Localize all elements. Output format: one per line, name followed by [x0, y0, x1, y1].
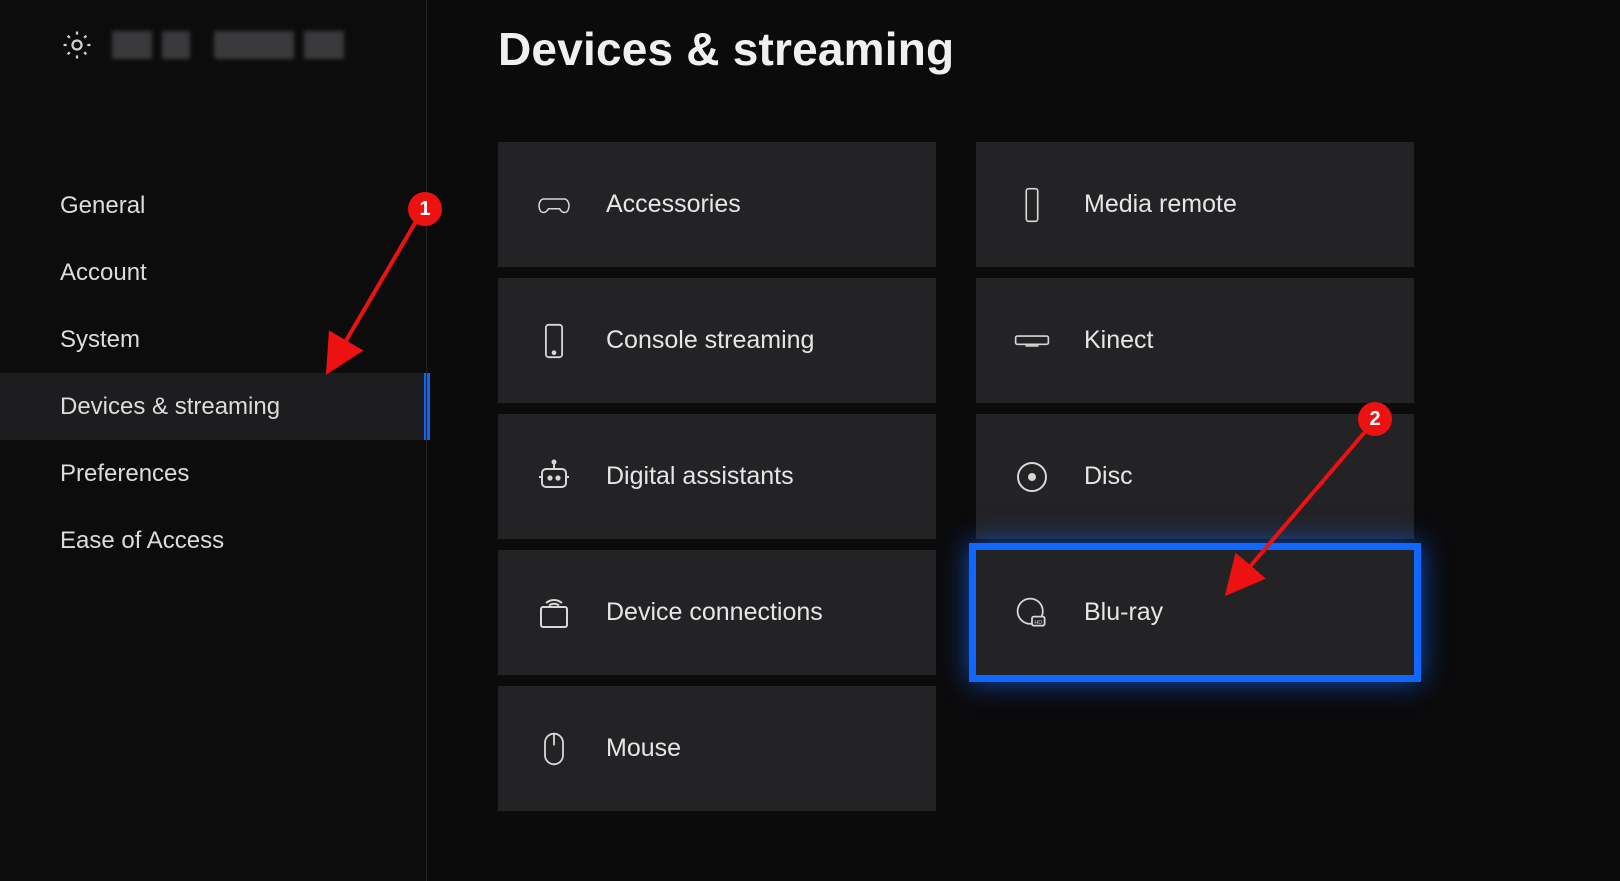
controller-icon — [534, 185, 574, 225]
disc-icon — [1012, 457, 1052, 497]
mouse-icon — [534, 729, 574, 769]
sidebar: General Account System Devices & streami… — [0, 0, 430, 881]
tile-label: Console streaming — [606, 326, 814, 355]
phone-icon — [534, 321, 574, 361]
tile-accessories[interactable]: Accessories — [498, 142, 936, 267]
redacted-username — [112, 31, 344, 59]
tile-label: Digital assistants — [606, 462, 794, 491]
sidebar-item-devices-streaming[interactable]: Devices & streaming — [0, 373, 430, 440]
tile-disc[interactable]: Disc — [976, 414, 1414, 539]
sidebar-nav: General Account System Devices & streami… — [0, 172, 430, 574]
tile-label: Accessories — [606, 190, 741, 219]
sidebar-item-preferences[interactable]: Preferences — [0, 440, 430, 507]
wifi-device-icon — [534, 593, 574, 633]
tiles-grid: Accessories Console streaming — [498, 142, 1570, 811]
sidebar-item-label: Account — [60, 259, 147, 287]
tile-label: Device connections — [606, 598, 823, 627]
tile-mouse[interactable]: Mouse — [498, 686, 936, 811]
tile-label: Mouse — [606, 734, 681, 763]
tile-label: Kinect — [1084, 326, 1153, 355]
tile-bluray[interactable]: HD Blu-ray — [976, 550, 1414, 675]
remote-icon — [1012, 185, 1052, 225]
page-title: Devices & streaming — [498, 22, 1570, 76]
main: Devices & streaming Accessories C — [430, 0, 1620, 881]
tile-kinect[interactable]: Kinect — [976, 278, 1414, 403]
tile-label: Disc — [1084, 462, 1133, 491]
tile-label: Media remote — [1084, 190, 1237, 219]
sidebar-item-label: Ease of Access — [60, 527, 224, 555]
sidebar-item-system[interactable]: System — [0, 306, 430, 373]
sidebar-header — [0, 0, 430, 62]
tiles-column-2: Media remote Kinect Di — [976, 142, 1414, 811]
sidebar-item-label: General — [60, 192, 145, 220]
sidebar-divider — [426, 0, 427, 881]
bluray-icon: HD — [1012, 593, 1052, 633]
tile-media-remote[interactable]: Media remote — [976, 142, 1414, 267]
tiles-column-1: Accessories Console streaming — [498, 142, 936, 811]
sidebar-item-general[interactable]: General — [0, 172, 430, 239]
assistant-icon — [534, 457, 574, 497]
svg-text:HD: HD — [1034, 619, 1042, 625]
tile-device-connections[interactable]: Device connections — [498, 550, 936, 675]
sidebar-item-label: System — [60, 326, 140, 354]
sidebar-item-ease-of-access[interactable]: Ease of Access — [0, 507, 430, 574]
gear-icon — [60, 28, 94, 62]
kinect-icon — [1012, 321, 1052, 361]
sidebar-item-account[interactable]: Account — [0, 239, 430, 306]
sidebar-item-label: Devices & streaming — [60, 393, 280, 421]
sidebar-item-label: Preferences — [60, 460, 189, 488]
tile-console-streaming[interactable]: Console streaming — [498, 278, 936, 403]
tile-digital-assistants[interactable]: Digital assistants — [498, 414, 936, 539]
tile-label: Blu-ray — [1084, 598, 1163, 627]
